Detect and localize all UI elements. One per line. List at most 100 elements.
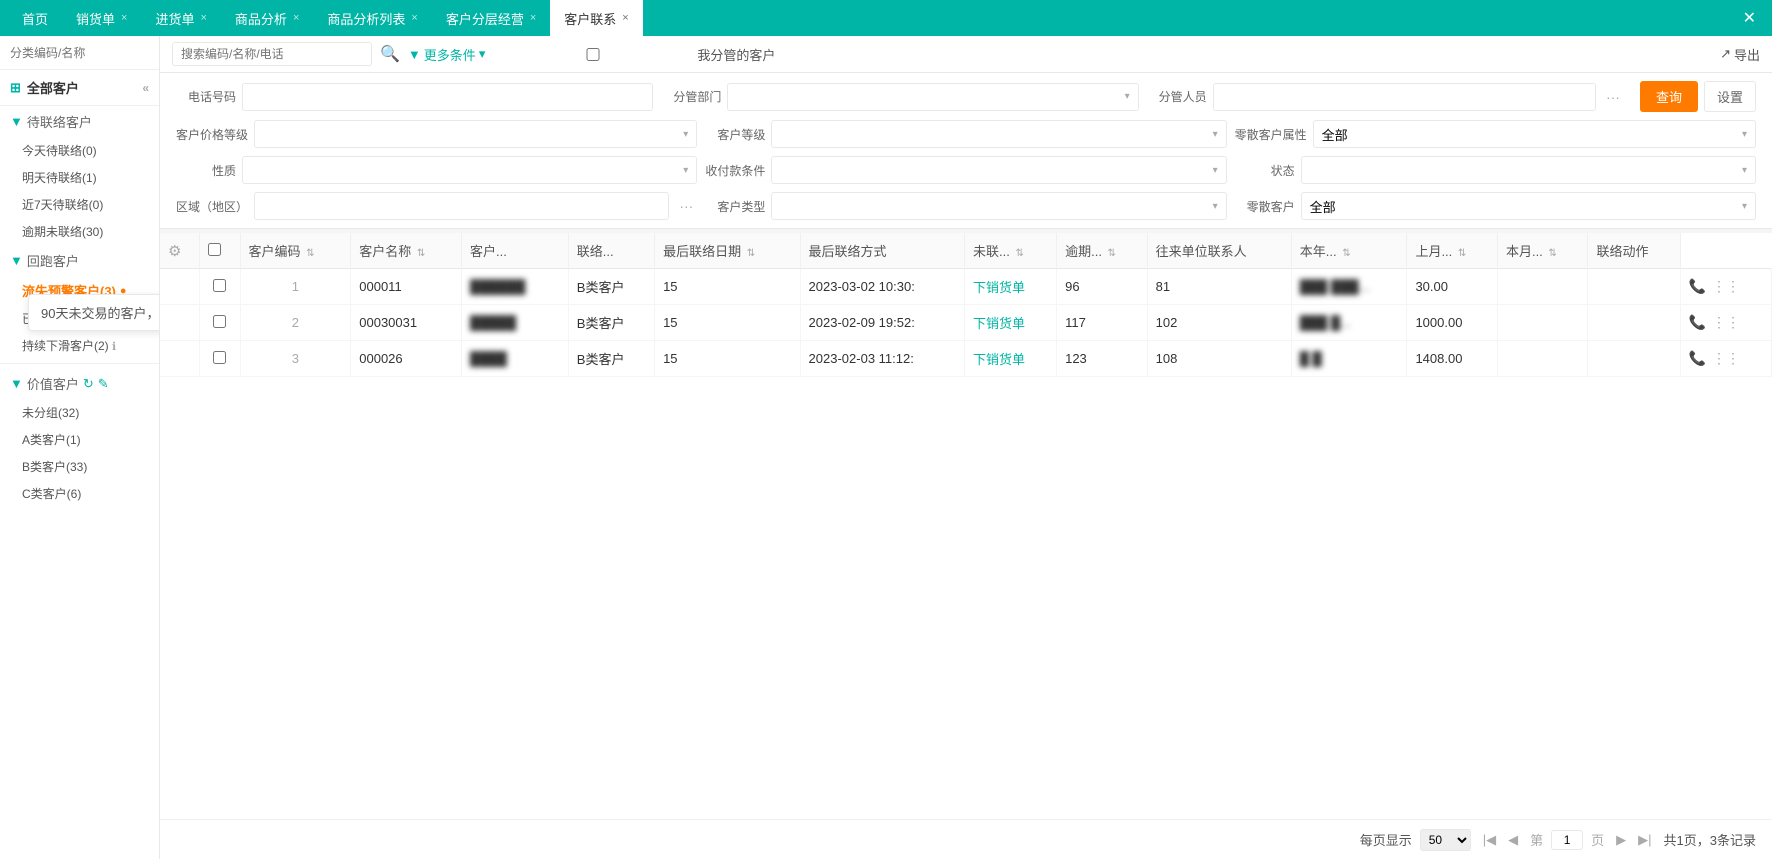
- col-no-contact[interactable]: 未联... ⇅: [965, 233, 1057, 269]
- person-select[interactable]: [1213, 83, 1596, 111]
- status-select[interactable]: ▾: [1301, 156, 1756, 184]
- col-this-month[interactable]: 本月... ⇅: [1497, 233, 1588, 269]
- nav-purchase-close[interactable]: ×: [200, 12, 206, 24]
- col-contact-person: 往来单位联系人: [1147, 233, 1291, 269]
- region-select[interactable]: [254, 192, 669, 220]
- search-input[interactable]: [172, 42, 372, 66]
- sidebar-item-tomorrow[interactable]: 明天待联络(1): [0, 164, 159, 191]
- sidebar-item-class-c[interactable]: C类客户(6): [0, 480, 159, 507]
- sidebar-item-class-b[interactable]: B类客户(33): [0, 453, 159, 480]
- row-last-type-2[interactable]: 下销货单: [965, 341, 1057, 377]
- row-checkbox-1[interactable]: [200, 305, 240, 341]
- col-code[interactable]: 客户编码 ⇅: [240, 233, 351, 269]
- phone-action-icon[interactable]: 📞: [1689, 314, 1706, 331]
- phone-action-icon[interactable]: 📞: [1689, 350, 1706, 367]
- sidebar-item-class-a[interactable]: A类客户(1): [0, 426, 159, 453]
- sidebar-group-pending[interactable]: ▼ 待联络客户: [0, 106, 159, 137]
- select-all-checkbox[interactable]: [208, 243, 221, 256]
- col-name[interactable]: 客户名称 ⇅: [351, 233, 462, 269]
- nav-product-analysis-list-close[interactable]: ×: [411, 12, 417, 24]
- my-customers-check[interactable]: [493, 48, 693, 61]
- sidebar-group-value[interactable]: ▼ 价值客户 ↻ ✎: [0, 368, 159, 399]
- nav-sales[interactable]: 销货单 ×: [62, 0, 141, 36]
- nav-customer-contact-close[interactable]: ×: [622, 12, 628, 24]
- filter-price-level: 客户价格等级 ▾: [176, 120, 697, 148]
- row-checkbox-2[interactable]: [200, 341, 240, 377]
- row-check-1[interactable]: [213, 315, 226, 328]
- customer-level-select[interactable]: ▾: [771, 120, 1226, 148]
- person-dots-icon[interactable]: ···: [1602, 89, 1624, 105]
- sidebar-all-customers[interactable]: ⊞ 全部客户 «: [0, 70, 159, 106]
- settings-button[interactable]: 设置: [1704, 81, 1756, 112]
- more-action-icon[interactable]: ⋮⋮: [1712, 314, 1740, 331]
- more-action-icon[interactable]: ⋮⋮: [1712, 350, 1740, 367]
- refresh-icon[interactable]: ↻: [83, 376, 94, 392]
- sidebar-group-returning[interactable]: ▼ 回跑客户: [0, 245, 159, 276]
- more-filter-button[interactable]: ▼ 更多条件 ▾: [408, 45, 485, 64]
- sidebar-item-week[interactable]: 近7天待联络(0): [0, 191, 159, 218]
- checkbox-header[interactable]: [200, 233, 240, 269]
- nav-product-analysis[interactable]: 商品分析 ×: [221, 0, 313, 36]
- data-table-container: ⚙ 客户编码 ⇅ 客户名称 ⇅ 客户... 联络... 最后联络日期 ⇅ 最后联…: [160, 233, 1772, 819]
- row-action-0[interactable]: 📞 ⋮⋮: [1680, 269, 1771, 305]
- row-check-2[interactable]: [213, 351, 226, 364]
- customer-type-select[interactable]: ▾: [771, 192, 1226, 220]
- row-check-0[interactable]: [213, 279, 226, 292]
- row-checkbox-0[interactable]: [200, 269, 240, 305]
- price-level-select[interactable]: ▾: [254, 120, 697, 148]
- window-close-button[interactable]: ✕: [1735, 8, 1764, 28]
- dept-select[interactable]: ▾: [727, 83, 1138, 111]
- col-last-month[interactable]: 上月... ⇅: [1407, 233, 1498, 269]
- table-header-row: ⚙ 客户编码 ⇅ 客户名称 ⇅ 客户... 联络... 最后联络日期 ⇅ 最后联…: [160, 233, 1772, 269]
- nav-home[interactable]: 首页: [8, 0, 62, 36]
- gear-header[interactable]: ⚙: [160, 233, 200, 269]
- nav-customer-tier-close[interactable]: ×: [530, 12, 536, 24]
- nav-product-analysis-close[interactable]: ×: [293, 12, 299, 24]
- sidebar-item-ungrouped[interactable]: 未分组(32): [0, 399, 159, 426]
- export-button[interactable]: ↗ 导出: [1720, 45, 1760, 64]
- row-action-1[interactable]: 📞 ⋮⋮: [1680, 305, 1771, 341]
- sidebar-item-today[interactable]: 今天待联络(0): [0, 137, 159, 164]
- sidebar-item-overdue[interactable]: 逾期未联络(30): [0, 218, 159, 245]
- nature-select[interactable]: ▾: [242, 156, 697, 184]
- row-action-2[interactable]: 📞 ⋮⋮: [1680, 341, 1771, 377]
- payment-chevron-icon: ▾: [1213, 165, 1218, 176]
- filter-icon: ▼: [408, 47, 421, 62]
- row-num-1: 2: [240, 305, 351, 341]
- row-last-type-0[interactable]: 下销货单: [965, 269, 1057, 305]
- sidebar-item-declining[interactable]: 持续下滑客户(2) ℹ: [0, 332, 159, 359]
- payment-select[interactable]: ▾: [771, 156, 1226, 184]
- price-level-chevron-icon: ▾: [683, 129, 688, 140]
- more-action-icon[interactable]: ⋮⋮: [1712, 278, 1740, 295]
- zero-attr-select[interactable]: 全部 ▾: [1313, 120, 1756, 148]
- zero-customer-select[interactable]: 全部 ▾: [1301, 192, 1756, 220]
- nav-customer-tier[interactable]: 客户分层经营 ×: [432, 0, 550, 36]
- per-page-select[interactable]: 50 10 20 100: [1420, 829, 1471, 851]
- next-page-btn[interactable]: ▶: [1612, 830, 1630, 850]
- row-last-type-1[interactable]: 下销货单: [965, 305, 1057, 341]
- first-page-btn[interactable]: |◀: [1479, 830, 1500, 850]
- chevron-down-icon: ▾: [479, 46, 486, 62]
- churn-tooltip: 90天未交易的客户，可能有流失风险。: [28, 294, 160, 331]
- col-this-year[interactable]: 本年... ⇅: [1291, 233, 1407, 269]
- phone-action-icon[interactable]: 📞: [1689, 278, 1706, 295]
- region-dots-icon[interactable]: ···: [675, 198, 697, 214]
- my-customers-checkbox[interactable]: 我分管的客户: [493, 45, 775, 64]
- query-button[interactable]: 查询: [1640, 81, 1698, 112]
- nav-customer-contact[interactable]: 客户联系 ×: [550, 0, 642, 36]
- prev-page-btn[interactable]: ◀: [1504, 830, 1522, 850]
- collapse-icon: «: [142, 81, 149, 95]
- edit-icon[interactable]: ✎: [98, 376, 109, 392]
- nav-purchase[interactable]: 进货单 ×: [141, 0, 220, 36]
- table-body: 1 000011 ██████ B类客户 15 2023-03-02 10:30…: [160, 269, 1772, 377]
- nav-sales-close[interactable]: ×: [121, 12, 127, 24]
- nav-product-analysis-list[interactable]: 商品分析列表 ×: [313, 0, 431, 36]
- sidebar-search-input[interactable]: [10, 46, 160, 60]
- last-page-btn[interactable]: ▶|: [1634, 830, 1655, 850]
- page-number-input[interactable]: [1551, 830, 1583, 850]
- col-overdue[interactable]: 逾期... ⇅: [1057, 233, 1148, 269]
- search-button[interactable]: 🔍: [380, 44, 400, 64]
- phone-input[interactable]: [242, 83, 653, 111]
- table-row: 2 00030031 █████ B类客户 15 2023-02-09 19:5…: [160, 305, 1772, 341]
- col-last-contact-date[interactable]: 最后联络日期 ⇅: [655, 233, 800, 269]
